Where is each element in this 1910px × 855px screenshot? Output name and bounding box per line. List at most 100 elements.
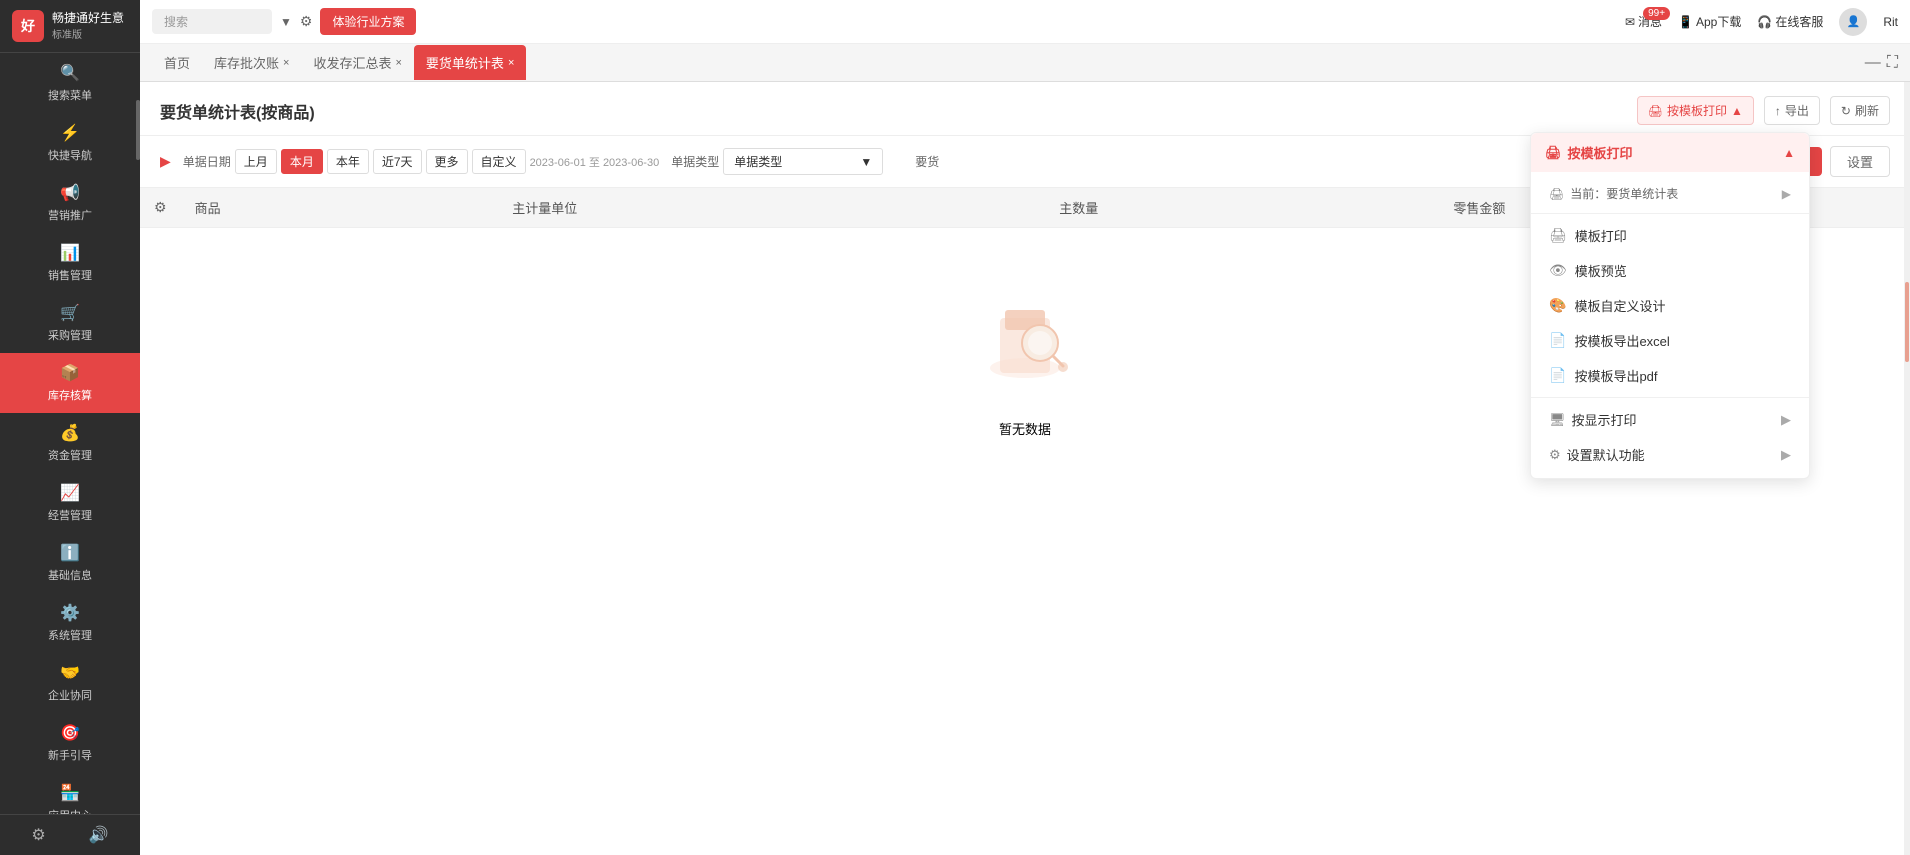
date-btn-more[interactable]: 更多	[426, 149, 468, 174]
page-actions: 🖨 按模板打印 ▲ ↑ 导出 ↻ 刷新 🖨	[1637, 96, 1890, 125]
print-dropdown-header[interactable]: 🖨 按模板打印 ▲	[1531, 133, 1809, 172]
sidebar-item-purchase[interactable]: 🛒 采购管理	[0, 293, 140, 353]
tab-order-stats-close[interactable]: ×	[508, 57, 514, 69]
app-download-btn[interactable]: 📱 App下载	[1678, 13, 1741, 30]
marketing-icon: 📢	[60, 183, 80, 203]
tab-inventory-batch[interactable]: 库存批次账 ×	[202, 45, 301, 80]
trial-btn[interactable]: 体验行业方案	[320, 8, 416, 35]
sidebar-item-label: 经营管理	[48, 507, 92, 523]
volume-icon[interactable]: 🔊	[89, 825, 109, 845]
sidebar-item-label: 企业协同	[48, 687, 92, 703]
topbar-search-box: 搜索	[152, 9, 272, 34]
date-filter-label: 单据日期	[183, 153, 231, 170]
display-print-item[interactable]: 🖥 按显示打印 ▶	[1531, 402, 1809, 437]
scroll-indicator[interactable]	[1904, 82, 1910, 855]
sidebar-item-search[interactable]: 🔍 搜索菜单	[0, 53, 140, 113]
sidebar-item-finance[interactable]: 💰 资金管理	[0, 413, 140, 473]
sidebar-item-label: 资金管理	[48, 447, 92, 463]
refresh-btn[interactable]: ↻ 刷新	[1830, 96, 1890, 125]
sidebar-item-guide[interactable]: 🎯 新手引导	[0, 713, 140, 773]
display-print-icon: 🖥	[1549, 412, 1566, 428]
current-template-label: 当前：要货单统计表	[1570, 185, 1678, 202]
dropdown-item-template-preview[interactable]: 👁 模板预览	[1531, 253, 1809, 288]
tab-inventory-batch-close[interactable]: ×	[283, 57, 289, 69]
print-dropdown-icon: 🖨	[1545, 145, 1562, 161]
sidebar-item-operation[interactable]: 📈 经营管理	[0, 473, 140, 533]
basic-icon: ℹ️	[60, 543, 80, 563]
tab-receipts-summary-close[interactable]: ×	[395, 57, 401, 69]
set-default-icon: ⚙	[1549, 447, 1561, 463]
sidebar-item-label: 新手引导	[48, 747, 92, 763]
dropdown-item-template-excel[interactable]: 📄 按模板导出excel	[1531, 323, 1809, 358]
tab-order-stats-label: 要货单统计表	[426, 53, 504, 72]
service-btn[interactable]: 🎧 在线客服	[1757, 13, 1823, 30]
username[interactable]: Rit	[1883, 15, 1898, 29]
sidebar-item-sales[interactable]: 📊 销售管理	[0, 233, 140, 293]
settings-icon[interactable]: ⚙	[31, 825, 45, 845]
sidebar-nav: 🔍 搜索菜单 ⚡ 快捷导航 📢 营销推广 📊 销售管理 🛒 采购管理 📦 库存核…	[0, 53, 140, 814]
date-btn-this-year[interactable]: 本年	[327, 149, 369, 174]
operation-icon: 📈	[60, 483, 80, 503]
dropdown-item-template-excel-label: 按模板导出excel	[1574, 331, 1669, 350]
avatar[interactable]: 👤	[1839, 8, 1867, 36]
sidebar-item-label: 营销推广	[48, 207, 92, 223]
tab-maximize-btn[interactable]: ⛶	[1887, 54, 1898, 72]
tab-receipts-summary[interactable]: 收发存汇总表 ×	[301, 45, 413, 80]
display-print-arrow: ▶	[1781, 412, 1791, 428]
dropdown-item-template-print[interactable]: 🖨 模板打印	[1531, 218, 1809, 253]
template-pdf-icon: 📄	[1549, 367, 1566, 384]
flash-icon: ⚡	[60, 123, 80, 143]
table-col-settings[interactable]: ⚙	[140, 188, 181, 228]
sidebar-item-basic[interactable]: ℹ️ 基础信息	[0, 533, 140, 593]
sidebar-item-label: 应用中心	[48, 807, 92, 814]
set-default-item[interactable]: ⚙ 设置默认功能 ▶	[1531, 437, 1809, 472]
divider-2	[1531, 397, 1809, 398]
sidebar-item-label: 系统管理	[48, 627, 92, 643]
filter-collapse-btn[interactable]: ▶	[160, 153, 171, 170]
tab-minimize-btn[interactable]: —	[1865, 54, 1881, 72]
date-btn-this-month[interactable]: 本月	[281, 149, 323, 174]
sidebar-item-marketing[interactable]: 📢 营销推广	[0, 173, 140, 233]
template-excel-icon: 📄	[1549, 332, 1566, 349]
topbar-gear-icon[interactable]: ⚙	[300, 13, 313, 30]
print-btn[interactable]: 🖨 按模板打印 ▲	[1637, 96, 1754, 125]
sidebar-item-appstore[interactable]: 🏪 应用中心	[0, 773, 140, 814]
tab-home[interactable]: 首页	[152, 45, 202, 80]
topbar-dropdown-arrow[interactable]: ▼	[280, 15, 292, 29]
set-default-label: 设置默认功能	[1567, 445, 1645, 464]
sales-icon: 📊	[60, 243, 80, 263]
export-btn[interactable]: ↑ 导出	[1764, 96, 1820, 125]
print-dropdown-title: 按模板打印	[1568, 143, 1633, 162]
table-settings-gear-icon[interactable]: ⚙	[154, 199, 167, 215]
date-btn-custom[interactable]: 自定义	[472, 149, 526, 174]
sidebar-item-inventory[interactable]: 📦 库存核算	[0, 353, 140, 413]
current-template-item[interactable]: 🖨 当前：要货单统计表 ▶	[1531, 178, 1809, 209]
dropdown-item-template-pdf[interactable]: 📄 按模板导出pdf	[1531, 358, 1809, 393]
message-btn[interactable]: ✉ 消息 99+	[1625, 13, 1662, 30]
scroll-thumb	[1905, 282, 1909, 362]
tab-order-stats[interactable]: 要货单统计表 ×	[414, 45, 526, 80]
tab-receipts-summary-label: 收发存汇总表	[313, 53, 391, 72]
sidebar-item-shortcut[interactable]: ⚡ 快捷导航	[0, 113, 140, 173]
settings-btn[interactable]: 设置	[1830, 146, 1890, 177]
print-btn-label: 按模板打印	[1667, 102, 1727, 119]
app-icon: 📱	[1678, 15, 1693, 29]
sidebar-item-collab[interactable]: 🤝 企业协同	[0, 653, 140, 713]
doctype-select-arrow: ▼	[860, 155, 872, 169]
template-print-icon: 🖨	[1549, 227, 1567, 244]
printer-icon: 🖨	[1648, 104, 1663, 118]
dropdown-item-template-design[interactable]: 🎨 模板自定义设计	[1531, 288, 1809, 323]
sidebar-item-system[interactable]: ⚙️ 系统管理	[0, 593, 140, 653]
sidebar-item-label: 快捷导航	[48, 147, 92, 163]
sidebar-item-label: 基础信息	[48, 567, 92, 583]
date-btn-last-month[interactable]: 上月	[235, 149, 277, 174]
doctype-select[interactable]: 单据类型 ▼	[723, 148, 883, 175]
print-dropdown: 🖨 按模板打印 ▲ 🖨 当前：要货单统计表 ▶	[1530, 132, 1810, 479]
goods-filter-label: 要货	[915, 153, 939, 170]
date-btn-7days[interactable]: 近7天	[373, 149, 422, 174]
purchase-icon: 🛒	[60, 303, 80, 323]
tab-home-label: 首页	[164, 53, 190, 72]
sidebar-bottom: ⚙ 🔊	[0, 814, 140, 855]
display-print-label: 按显示打印	[1572, 410, 1637, 429]
appstore-icon: 🏪	[60, 783, 80, 803]
